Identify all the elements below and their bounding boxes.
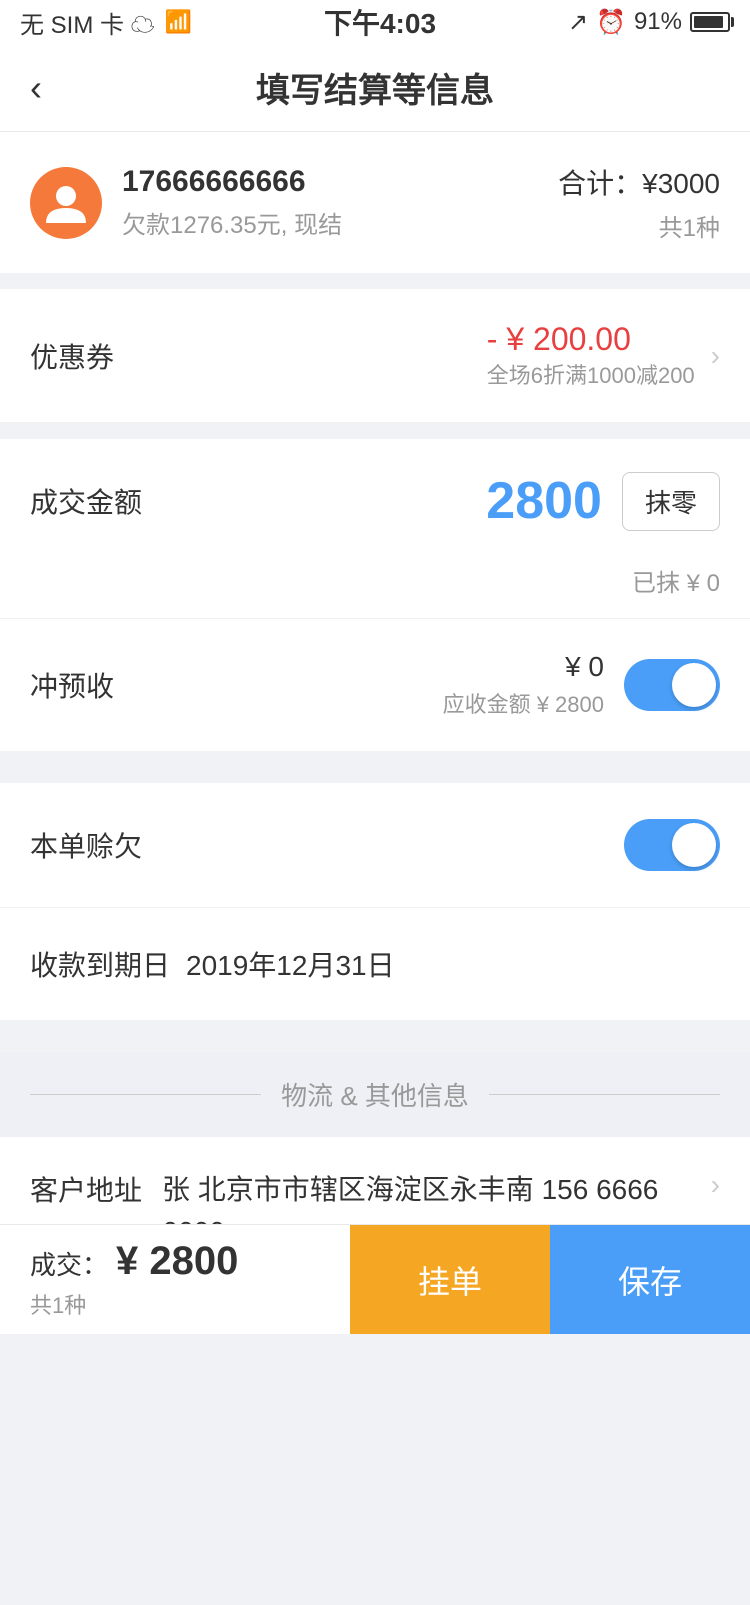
logistics-divider: 物流 & 其他信息 bbox=[0, 1052, 750, 1137]
rush-main-value: ¥ 0 bbox=[443, 651, 604, 683]
section-divider-3 bbox=[0, 1020, 750, 1036]
section-divider-1 bbox=[0, 423, 750, 439]
status-left: 无 SIM 卡 ☁ 📶 bbox=[20, 5, 192, 40]
sim-label: 无 SIM 卡 ☁ bbox=[20, 5, 155, 40]
customer-subtext: 欠款1276.35元, 现结 bbox=[122, 205, 342, 240]
hang-order-label: 挂单 bbox=[418, 1257, 482, 1303]
coupon-amount: - ¥ 200.00 bbox=[487, 321, 695, 358]
arrears-section: 本单赊欠 bbox=[0, 783, 750, 907]
toggle-knob bbox=[672, 663, 716, 707]
coupon-label: 优惠券 bbox=[30, 336, 114, 376]
arrears-toggle-knob bbox=[672, 823, 716, 867]
transaction-amount: 2800 bbox=[486, 471, 602, 531]
person-icon bbox=[41, 178, 91, 228]
chevron-right-icon: › bbox=[711, 340, 720, 372]
bottom-count: 共1种 bbox=[30, 1288, 320, 1320]
rush-sub-value: 应收金额 ¥ 2800 bbox=[443, 687, 604, 719]
hang-order-button[interactable]: 挂单 bbox=[350, 1225, 550, 1334]
coupon-row[interactable]: 优惠券 - ¥ 200.00 全场6折满1000减200 › bbox=[0, 289, 750, 423]
nav-bar: ‹ 填写结算等信息 bbox=[0, 44, 750, 132]
rush-label: 冲预收 bbox=[30, 665, 114, 705]
erased-row: 已抹 ¥ 0 bbox=[0, 563, 750, 618]
due-date-section: 收款到期日 2019年12月31日 bbox=[0, 907, 750, 1020]
arrears-row: 本单赊欠 bbox=[0, 783, 750, 907]
arrears-toggle[interactable] bbox=[624, 819, 720, 871]
rush-row: 冲预收 ¥ 0 应收金额 ¥ 2800 bbox=[0, 619, 750, 751]
transaction-section: 成交金额 2800 抹零 已抹 ¥ 0 bbox=[0, 439, 750, 618]
customer-left: 17666666666 欠款1276.35元, 现结 bbox=[30, 165, 342, 240]
customer-phone: 17666666666 bbox=[122, 165, 342, 199]
deal-amount: ¥ 2800 bbox=[116, 1239, 238, 1284]
transaction-label: 成交金额 bbox=[30, 481, 142, 521]
logistics-text: 物流 & 其他信息 bbox=[281, 1076, 469, 1113]
customer-info: 17666666666 欠款1276.35元, 现结 bbox=[122, 165, 342, 240]
total-amount: 合计：¥3000 bbox=[558, 162, 720, 202]
address-label: 客户地址 bbox=[30, 1169, 142, 1209]
page-title: 填写结算等信息 bbox=[256, 63, 494, 112]
logistics-line-right bbox=[489, 1094, 720, 1095]
customer-right: 合计：¥3000 共1种 bbox=[558, 162, 720, 243]
bottom-info: 成交： ¥ 2800 共1种 bbox=[0, 1225, 350, 1334]
rush-prepay-section: 冲预收 ¥ 0 应收金额 ¥ 2800 bbox=[0, 618, 750, 751]
arrears-label: 本单赊欠 bbox=[30, 825, 142, 865]
erased-label: 已抹 ¥ 0 bbox=[632, 570, 720, 597]
status-right: ↗ ⏰ 91% bbox=[568, 8, 730, 37]
deal-label: 成交： bbox=[30, 1245, 108, 1282]
status-time: 下午4:03 bbox=[324, 2, 436, 42]
address-chevron-icon: › bbox=[711, 1169, 720, 1201]
wifi-icon: 📶 bbox=[165, 9, 192, 35]
rush-prepay-toggle[interactable] bbox=[624, 659, 720, 711]
direction-icon: ↗ bbox=[568, 8, 588, 37]
coupon-right: - ¥ 200.00 全场6折满1000减200 › bbox=[487, 321, 720, 390]
rush-right: ¥ 0 应收金额 ¥ 2800 bbox=[443, 651, 720, 719]
avatar bbox=[30, 167, 102, 239]
bottom-bar: 成交： ¥ 2800 共1种 挂单 保存 bbox=[0, 1224, 750, 1334]
content-area: 17666666666 欠款1276.35元, 现结 合计：¥3000 共1种 … bbox=[0, 132, 750, 1605]
due-date-value: 2019年12月31日 bbox=[186, 944, 395, 984]
rush-values: ¥ 0 应收金额 ¥ 2800 bbox=[443, 651, 604, 719]
status-bar: 无 SIM 卡 ☁ 📶 下午4:03 ↗ ⏰ 91% bbox=[0, 0, 750, 44]
coupon-sub: 全场6折满1000减200 bbox=[487, 358, 695, 390]
due-date-label: 收款到期日 bbox=[30, 944, 170, 984]
back-button[interactable]: ‹ bbox=[30, 67, 42, 109]
customer-card: 17666666666 欠款1276.35元, 现结 合计：¥3000 共1种 bbox=[0, 132, 750, 273]
total-count: 共1种 bbox=[558, 208, 720, 243]
bottom-amount-row: 成交： ¥ 2800 bbox=[30, 1239, 320, 1284]
save-label: 保存 bbox=[618, 1257, 682, 1303]
battery-icon bbox=[690, 12, 730, 32]
transaction-right: 2800 抹零 bbox=[486, 471, 720, 531]
logistics-line-left bbox=[30, 1094, 261, 1095]
battery-percent: 91% bbox=[634, 8, 682, 36]
transaction-row: 成交金额 2800 抹零 bbox=[0, 439, 750, 563]
section-divider-2 bbox=[0, 751, 750, 767]
save-button[interactable]: 保存 bbox=[550, 1225, 750, 1334]
round-zero-button[interactable]: 抹零 bbox=[622, 472, 720, 531]
alarm-icon: ⏰ bbox=[596, 8, 626, 37]
due-date-row: 收款到期日 2019年12月31日 bbox=[0, 908, 750, 1020]
